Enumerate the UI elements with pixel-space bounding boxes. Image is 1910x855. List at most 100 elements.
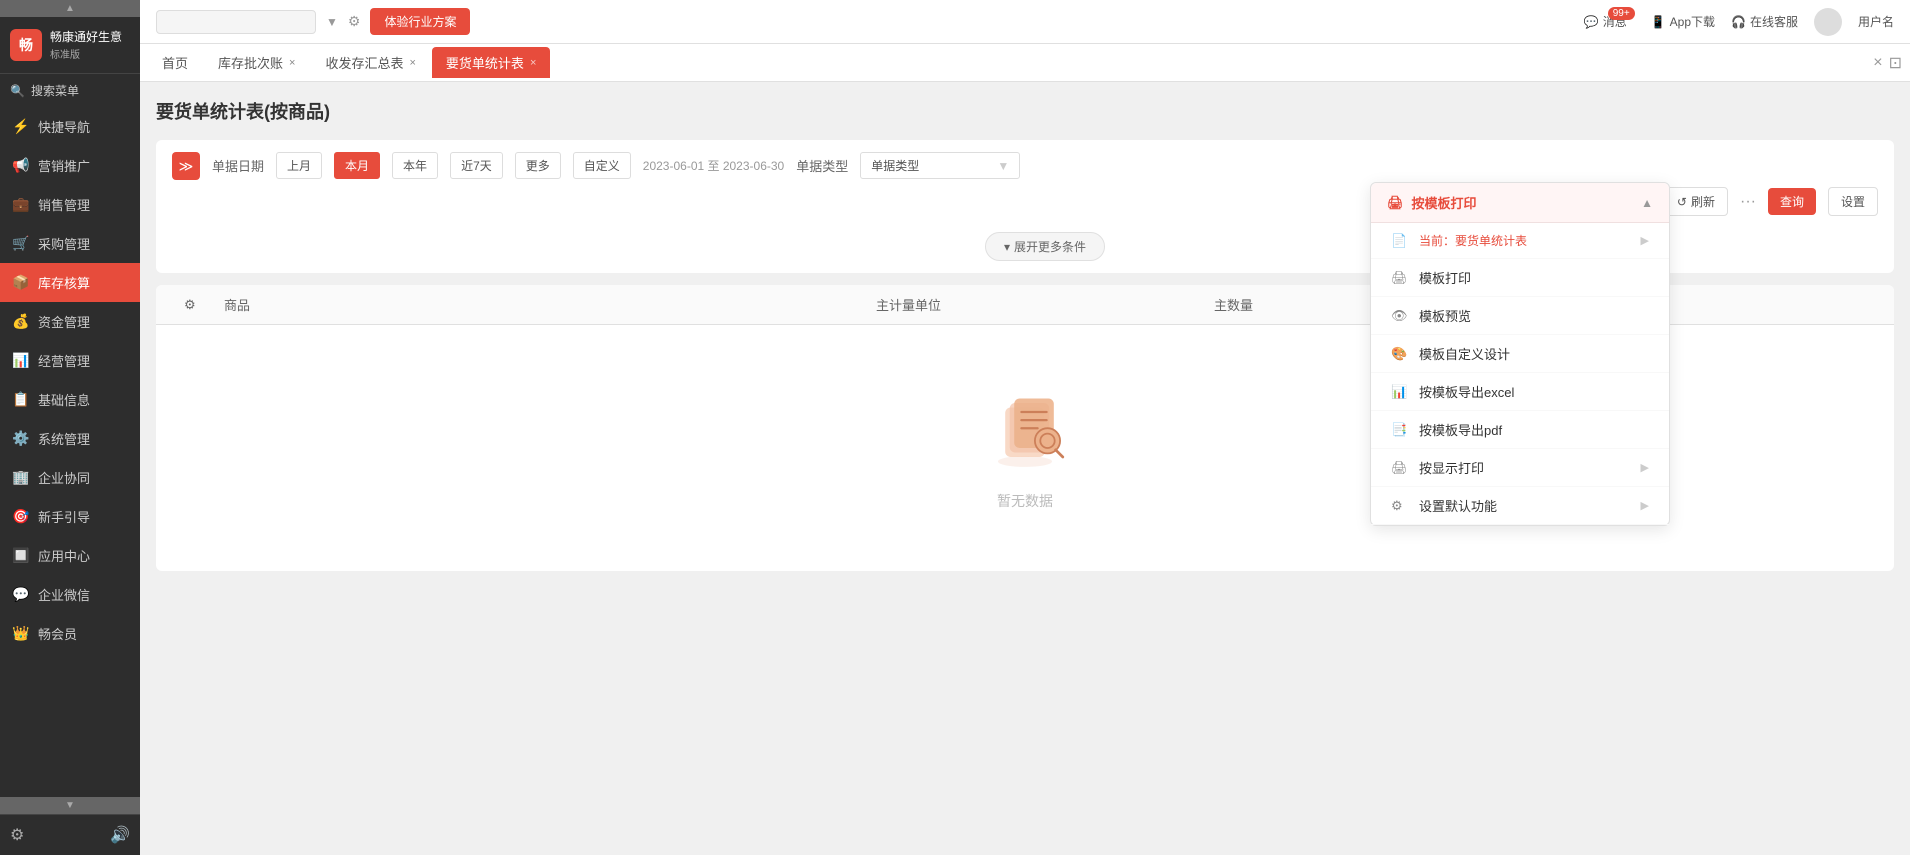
dropdown-item-template-print[interactable]: 🖨 模板打印 (1371, 259, 1669, 297)
refresh-btn[interactable]: ↺ 刷新 (1664, 187, 1728, 216)
sidebar-item-label: 企业微信 (38, 585, 90, 604)
dropdown-chevron-up[interactable]: ▲ (1641, 196, 1653, 210)
sidebar-item-label: 库存核算 (38, 273, 90, 292)
tabs-close-all-btn[interactable]: × (1873, 54, 1882, 72)
export-excel-label: 按模板导出excel (1419, 382, 1514, 401)
settings-btn[interactable]: 设置 (1828, 187, 1878, 216)
tab-order-stat[interactable]: 要货单统计表 × (432, 47, 550, 78)
avatar[interactable] (1814, 8, 1842, 36)
dropdown-title: 按模板打印 (1412, 193, 1477, 212)
tab-receivable[interactable]: 收发存汇总表 × (311, 47, 429, 78)
sidebar-item-basic[interactable]: 📋 基础信息 (0, 380, 140, 419)
set-default-label: 设置默认功能 (1419, 496, 1497, 515)
template-custom-label: 模板自定义设计 (1419, 344, 1510, 363)
date-more[interactable]: 更多 (515, 152, 561, 179)
online-service-btn[interactable]: 🎧 在线客服 (1731, 13, 1798, 30)
tab-inventory-batch-close[interactable]: × (289, 57, 295, 69)
message-badge: 99+ (1608, 7, 1635, 20)
date-prev-month[interactable]: 上月 (276, 152, 322, 179)
inventory-icon: 📦 (12, 274, 30, 291)
query-btn[interactable]: 查询 (1768, 188, 1816, 215)
sidebar-item-operation[interactable]: 📊 经营管理 (0, 341, 140, 380)
dropdown-item-set-default[interactable]: ⚙ 设置默认功能 ▶ (1371, 487, 1669, 525)
th-unit: 主计量单位 (864, 295, 1202, 314)
dropdown-item-display-print[interactable]: 🖨 按显示打印 ▶ (1371, 449, 1669, 487)
expand-more-label: 展开更多条件 (1014, 238, 1086, 255)
tab-receivable-label: 收发存汇总表 (325, 53, 403, 72)
date-range-display: 2023-06-01 至 2023-06-30 (643, 157, 784, 174)
basic-icon: 📋 (12, 391, 30, 408)
sidebar-item-finance[interactable]: 💰 资金管理 (0, 302, 140, 341)
quick-nav-icon: ⚡ (12, 118, 30, 135)
sidebar-item-label: 采购管理 (38, 234, 90, 253)
tab-receivable-close[interactable]: × (409, 57, 415, 69)
marketing-icon: 📢 (12, 157, 30, 174)
industry-btn[interactable]: 体验行业方案 (370, 8, 470, 35)
topbar: ▼ ⚙ 体验行业方案 💬 消息 99+ 📱 App下载 🎧 在线客服 用户名 (140, 0, 1910, 44)
sidebar-item-sales[interactable]: 💼 销售管理 (0, 185, 140, 224)
sidebar-item-wechat[interactable]: 💬 企业微信 (0, 575, 140, 614)
sidebar-item-label: 销售管理 (38, 195, 90, 214)
wechat-icon: 💬 (12, 586, 30, 603)
sidebar-item-marketing[interactable]: 📢 营销推广 (0, 146, 140, 185)
sidebar-item-system[interactable]: ⚙️ 系统管理 (0, 419, 140, 458)
date-this-month[interactable]: 本月 (334, 152, 380, 179)
sidebar-item-member[interactable]: 👑 畅会员 (0, 614, 140, 653)
username-label: 用户名 (1858, 13, 1894, 30)
refresh-icon: ↺ (1677, 195, 1687, 209)
sidebar-item-inventory[interactable]: 📦 库存核算 (0, 263, 140, 302)
tabs-expand-btn[interactable]: ⊡ (1889, 53, 1902, 73)
dropdown-header: 🖨 按模板打印 ▲ (1371, 183, 1669, 223)
date-last-7-days[interactable]: 近7天 (450, 152, 503, 179)
sidebar-item-guide[interactable]: 🎯 新手引导 (0, 497, 140, 536)
topbar-right: 💬 消息 99+ 📱 App下载 🎧 在线客服 用户名 (1584, 8, 1894, 36)
doc-type-select[interactable]: 单据类型 ▼ (860, 152, 1020, 179)
dropdown-current-item[interactable]: 📄 当前：要货单统计表 ▶ (1371, 223, 1669, 259)
display-print-chevron: ▶ (1641, 461, 1649, 474)
tabs-bar: 首页 库存批次账 × 收发存汇总表 × 要货单统计表 × × ⊡ (140, 44, 1910, 82)
sidebar-search[interactable]: 🔍 搜索菜单 (0, 74, 140, 107)
topbar-search-input[interactable] (156, 10, 316, 34)
dropdown-header-left: 🖨 按模板打印 (1387, 193, 1477, 212)
display-print-left: 🖨 按显示打印 (1391, 458, 1484, 477)
topbar-search-chevron[interactable]: ▼ (326, 15, 338, 29)
filter-date-row: 单据日期 上月 本月 本年 近7天 更多 自定义 2023-06-01 至 20… (212, 152, 1878, 179)
dropdown-item-template-preview[interactable]: 👁 模板预览 (1371, 297, 1669, 335)
empty-text: 暂无数据 (997, 491, 1053, 511)
sidebar-item-apps[interactable]: 🔲 应用中心 (0, 536, 140, 575)
dropdown-item-template-custom[interactable]: 🎨 模板自定义设计 (1371, 335, 1669, 373)
date-custom[interactable]: 自定义 (573, 152, 631, 179)
app-download-btn[interactable]: 📱 App下载 (1651, 13, 1715, 30)
message-icon: 💬 (1584, 15, 1599, 29)
date-filter-label: 单据日期 (212, 156, 264, 175)
tab-home[interactable]: 首页 (148, 47, 202, 78)
speaker-icon[interactable]: 🔊 (110, 825, 130, 845)
template-preview-label: 模板预览 (1419, 306, 1471, 325)
topbar-gear-icon[interactable]: ⚙ (348, 13, 361, 30)
set-default-chevron: ▶ (1641, 499, 1649, 512)
tab-inventory-batch[interactable]: 库存批次账 × (204, 47, 309, 78)
dropdown-current-left: 📄 当前：要货单统计表 (1391, 232, 1527, 249)
sidebar-item-label: 营销推广 (38, 156, 90, 175)
sidebar-scroll-down[interactable]: ▼ (0, 797, 140, 814)
sidebar-item-label: 基础信息 (38, 390, 90, 409)
settings-bottom-icon[interactable]: ⚙ (10, 825, 24, 845)
message-btn[interactable]: 💬 消息 99+ (1584, 13, 1627, 30)
toolbar-dots[interactable]: ··· (1740, 193, 1756, 211)
tab-home-label: 首页 (162, 53, 188, 72)
sidebar-item-purchase[interactable]: 🛒 采购管理 (0, 224, 140, 263)
sidebar-scroll-up[interactable]: ▲ (0, 0, 140, 17)
filter-expand-btn[interactable]: ≫ (172, 152, 200, 180)
sidebar-item-enterprise[interactable]: 🏢 企业协同 (0, 458, 140, 497)
th-gear[interactable]: ⚙ (172, 297, 212, 313)
date-this-year[interactable]: 本年 (392, 152, 438, 179)
logo-icon: 畅 (10, 29, 42, 61)
sidebar-nav: ⚡ 快捷导航 📢 营销推广 💼 销售管理 🛒 采购管理 📦 库存核算 💰 资金管… (0, 107, 140, 797)
sidebar-item-quick-nav[interactable]: ⚡ 快捷导航 (0, 107, 140, 146)
dropdown-item-export-excel[interactable]: 📊 按模板导出excel (1371, 373, 1669, 411)
tab-order-stat-close[interactable]: × (530, 57, 536, 69)
expand-more-btn[interactable]: ▾ 展开更多条件 (985, 232, 1105, 261)
display-print-label: 按显示打印 (1419, 458, 1484, 477)
dropdown-item-export-pdf[interactable]: 📑 按模板导出pdf (1371, 411, 1669, 449)
empty-illustration (980, 385, 1070, 475)
